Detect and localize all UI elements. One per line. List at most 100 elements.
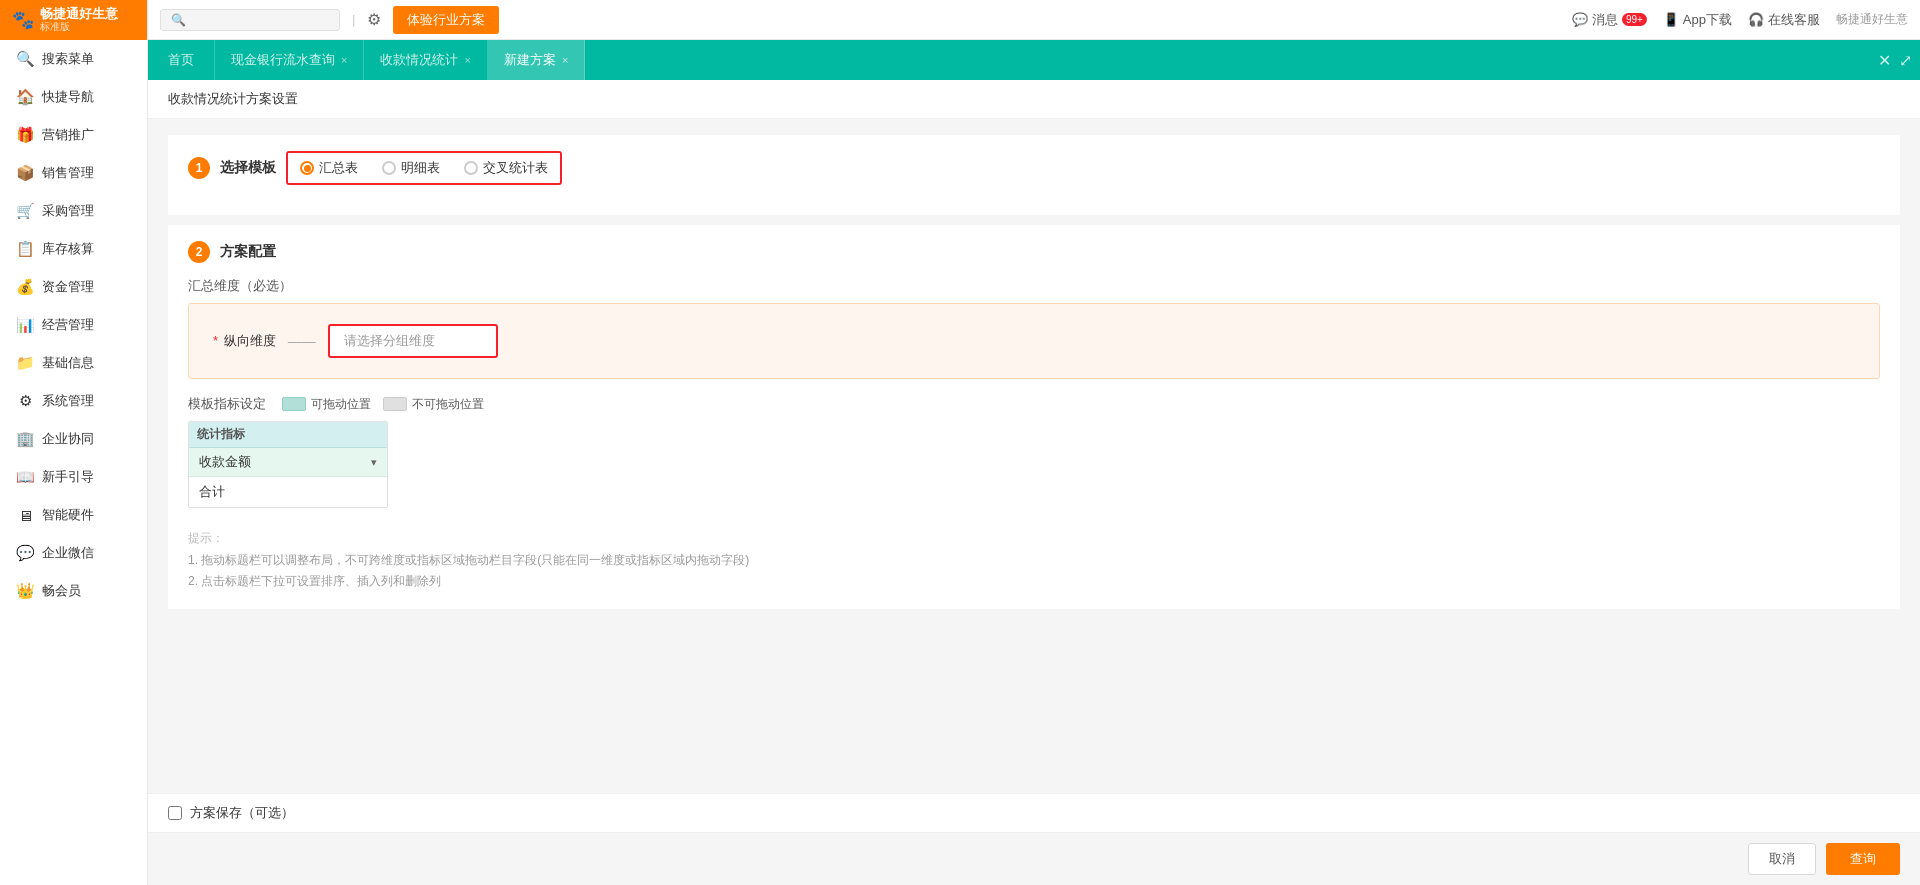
sidebar-item-label: 搜索菜单 — [42, 50, 94, 68]
sidebar-item-search-menu[interactable]: 🔍 搜索菜单 — [0, 40, 147, 78]
required-star: * — [213, 333, 218, 348]
draggable-legend-label: 可拖动位置 — [311, 396, 371, 413]
sidebar-item-purchase[interactable]: 🛒 采购管理 — [0, 192, 147, 230]
system-icon: ⚙ — [16, 392, 34, 410]
legend-fixed: 不可拖动位置 — [383, 396, 484, 413]
radio-detail[interactable]: 明细表 — [382, 159, 440, 177]
dim-arrow-icon: —— — [288, 333, 316, 349]
sidebar-item-system[interactable]: ⚙ 系统管理 — [0, 382, 147, 420]
radio-summary[interactable]: 汇总表 — [300, 159, 358, 177]
sidebar-item-wechat[interactable]: 💬 企业微信 — [0, 534, 147, 572]
mobile-icon: 📱 — [1663, 12, 1679, 27]
sales-icon: 📦 — [16, 164, 34, 182]
sidebar-nav: 🔍 搜索菜单 🏠 快捷导航 🎁 营销推广 📦 销售管理 🛒 采购管理 📋 库存核… — [0, 40, 147, 885]
metrics-legend: 可拖动位置 不可拖动位置 — [282, 396, 484, 413]
finance-icon: 💰 — [16, 278, 34, 296]
industry-plan-button[interactable]: 体验行业方案 — [393, 6, 499, 34]
step2-row: 2 方案配置 — [188, 241, 1880, 263]
radio-summary-dot — [300, 161, 314, 175]
dimension-area: * 纵向维度 —— 请选择分组维度 — [188, 303, 1880, 379]
step2-section: 2 方案配置 汇总维度（必选） * 纵向维度 —— 请选择分组维度 — [168, 225, 1900, 609]
query-button[interactable]: 查询 — [1826, 843, 1900, 875]
step1-title: 选择模板 — [220, 159, 276, 177]
dim-label-text: 纵向维度 — [224, 333, 276, 348]
tab-home-label: 首页 — [168, 51, 194, 69]
metric-col-label: 收款金额 — [199, 453, 251, 471]
sidebar-item-marketing[interactable]: 🎁 营销推广 — [0, 116, 147, 154]
cancel-button[interactable]: 取消 — [1748, 843, 1816, 875]
tab-collection-stats-close[interactable]: × — [464, 54, 470, 66]
step1-section: 1 选择模板 汇总表 明细表 交叉统计表 — [168, 135, 1900, 215]
vip-icon: 👑 — [16, 582, 34, 600]
tab-home[interactable]: 首页 — [148, 40, 215, 80]
topbar-search-bar[interactable]: 🔍 — [160, 9, 340, 31]
notification-label: 消息 — [1592, 11, 1618, 29]
metric-table-header: 统计指标 — [189, 422, 387, 448]
sidebar-item-label: 基础信息 — [42, 354, 94, 372]
tips-section: 提示： 1. 拖动标题栏可以调整布局，不可跨维度或指标区域拖动栏目字段(只能在同… — [188, 528, 1880, 593]
tip2-text: 2. 点击标题栏下拉可设置排序、插入列和删除列 — [188, 574, 441, 588]
tab-new-plan[interactable]: 新建方案 × — [488, 40, 585, 80]
sidebar-item-label: 快捷导航 — [42, 88, 94, 106]
guide-icon: 📖 — [16, 468, 34, 486]
tab-new-plan-label: 新建方案 — [504, 51, 556, 69]
sidebar-item-guide[interactable]: 📖 新手引导 — [0, 458, 147, 496]
sidebar-item-operations[interactable]: 📊 经营管理 — [0, 306, 147, 344]
sidebar-item-label: 资金管理 — [42, 278, 94, 296]
sidebar-item-sales[interactable]: 📦 销售管理 — [0, 154, 147, 192]
sidebar-item-label: 采购管理 — [42, 202, 94, 220]
inventory-icon: 📋 — [16, 240, 34, 258]
app-download-item[interactable]: 📱 App下载 — [1663, 11, 1732, 29]
marketing-icon: 🎁 — [16, 126, 34, 144]
notification-icon: 💬 — [1572, 12, 1588, 27]
sidebar-item-finance[interactable]: 💰 资金管理 — [0, 268, 147, 306]
sidebar: 🐾 畅捷通好生意 标准版 🔍 搜索菜单 🏠 快捷导航 🎁 营销推广 📦 销售管理… — [0, 0, 148, 885]
support-item[interactable]: 🎧 在线客服 — [1748, 11, 1820, 29]
support-label: 在线客服 — [1768, 11, 1820, 29]
tab-new-plan-close[interactable]: × — [562, 54, 568, 66]
radio-cross[interactable]: 交叉统计表 — [464, 159, 548, 177]
close-tab-icon[interactable]: ✕ — [1878, 51, 1891, 70]
maximize-tab-icon[interactable]: ⤢ — [1899, 51, 1912, 70]
quick-nav-icon: 🏠 — [16, 88, 34, 106]
metrics-title: 模板指标设定 — [188, 395, 266, 413]
col-header-dropdown-icon: ▾ — [371, 456, 377, 469]
search-menu-icon: 🔍 — [16, 50, 34, 68]
sidebar-item-enterprise[interactable]: 🏢 企业协同 — [0, 420, 147, 458]
save-option-row: 方案保存（可选） — [148, 793, 1920, 832]
tab-bank-flow[interactable]: 现金银行流水查询 × — [215, 40, 364, 80]
basic-info-icon: 📁 — [16, 354, 34, 372]
tab-bank-flow-label: 现金银行流水查询 — [231, 51, 335, 69]
sidebar-item-label: 企业协同 — [42, 430, 94, 448]
content-header: 收款情况统计方案设置 — [148, 80, 1920, 119]
logo-icon: 🐾 — [12, 9, 34, 31]
sidebar-item-quick-nav[interactable]: 🏠 快捷导航 — [0, 78, 147, 116]
settings-icon[interactable]: ⚙ — [367, 10, 381, 29]
step1-circle: 1 — [188, 157, 210, 179]
tab-bank-flow-close[interactable]: × — [341, 54, 347, 66]
sidebar-item-label: 库存核算 — [42, 240, 94, 258]
sidebar-item-hardware[interactable]: 🖥 智能硬件 — [0, 496, 147, 534]
radio-summary-label: 汇总表 — [319, 159, 358, 177]
sidebar-logo: 🐾 畅捷通好生意 标准版 — [0, 0, 147, 40]
sidebar-item-inventory[interactable]: 📋 库存核算 — [0, 230, 147, 268]
notification-badge: 99+ — [1622, 13, 1647, 26]
content-area: 收款情况统计方案设置 1 选择模板 汇总表 明细表 — [148, 80, 1920, 885]
operations-icon: 📊 — [16, 316, 34, 334]
fixed-legend-label: 不可拖动位置 — [412, 396, 484, 413]
tabs-actions: ✕ ⤢ — [1870, 40, 1920, 80]
tab-collection-stats[interactable]: 收款情况统计 × — [364, 40, 487, 80]
notification-item[interactable]: 💬 消息 99+ — [1572, 11, 1647, 29]
sidebar-item-vip[interactable]: 👑 畅会员 — [0, 572, 147, 610]
dim-row-label: * 纵向维度 — [213, 332, 276, 350]
metric-table: 统计指标 收款金额 ▾ 合计 — [188, 421, 388, 508]
save-checkbox[interactable] — [168, 806, 182, 820]
metric-col-header[interactable]: 收款金额 ▾ — [189, 448, 387, 477]
sidebar-item-label: 销售管理 — [42, 164, 94, 182]
radio-detail-label: 明细表 — [401, 159, 440, 177]
wechat-icon: 💬 — [16, 544, 34, 562]
metrics-section: 模板指标设定 可拖动位置 不可拖动位置 — [188, 395, 1880, 508]
dim-select-button[interactable]: 请选择分组维度 — [328, 324, 498, 358]
footer: 取消 查询 — [148, 832, 1920, 885]
sidebar-item-basic-info[interactable]: 📁 基础信息 — [0, 344, 147, 382]
